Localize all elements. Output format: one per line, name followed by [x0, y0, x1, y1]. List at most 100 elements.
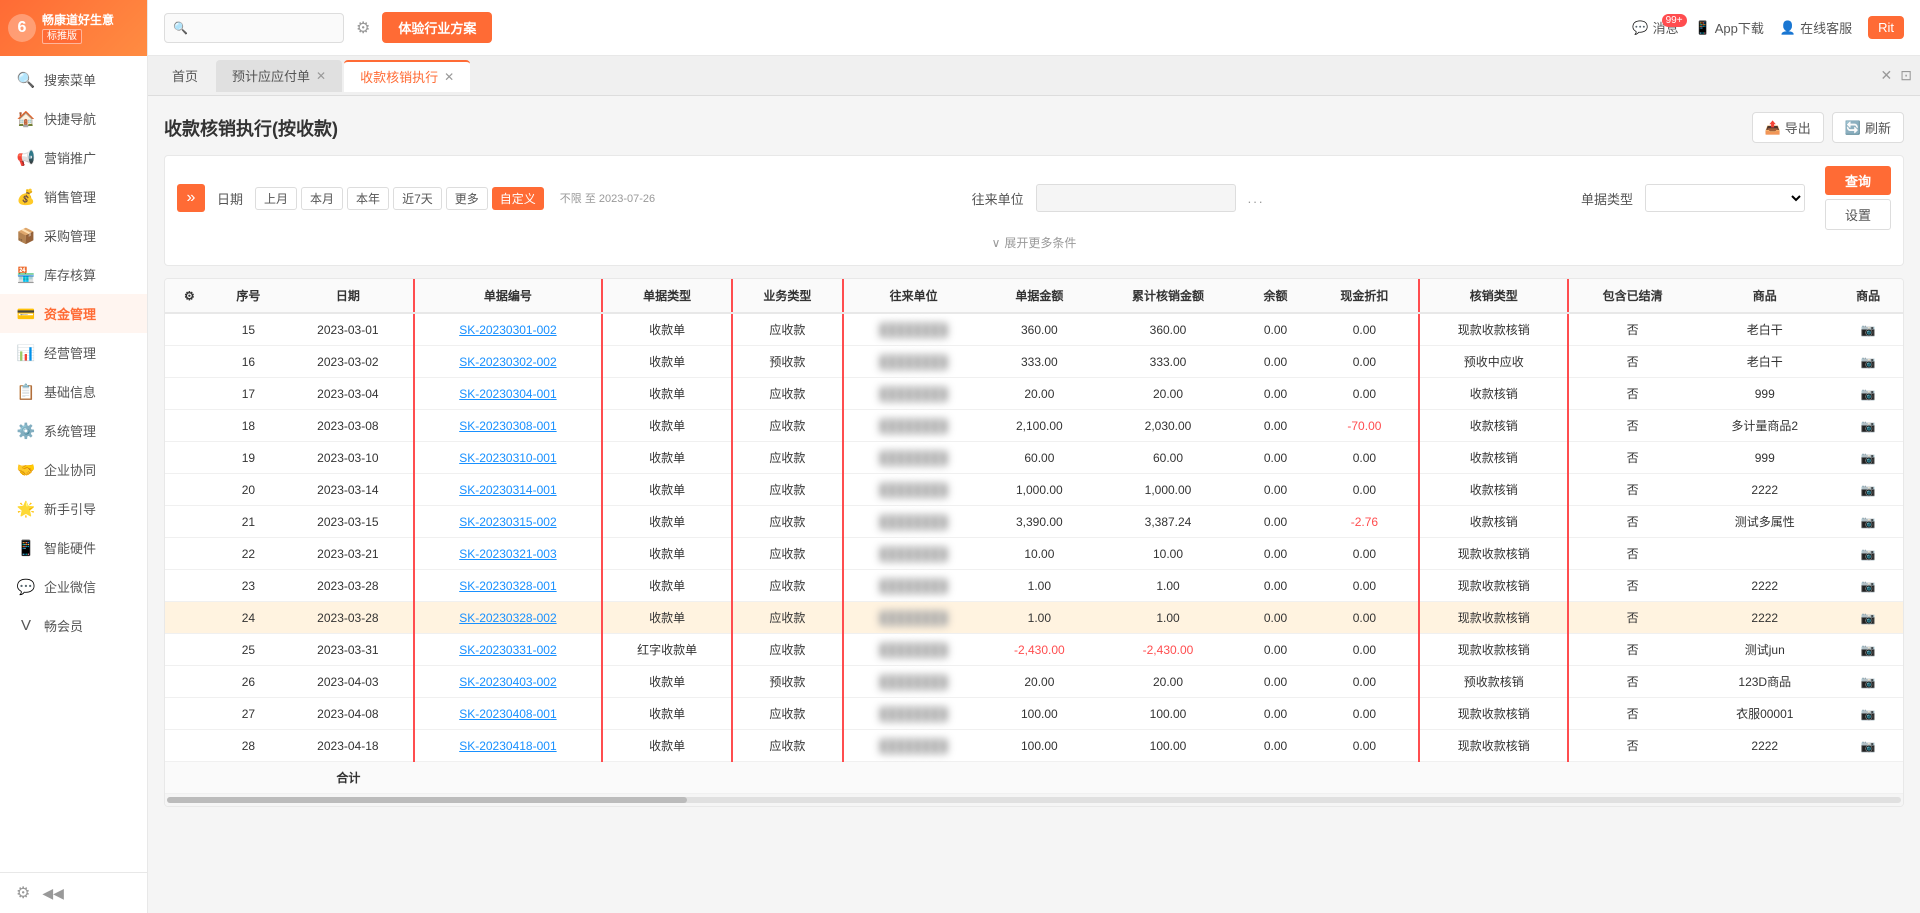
- filter-last-month-btn[interactable]: 上月: [255, 187, 297, 210]
- sidebar-item-marketing[interactable]: 📢 营销推广: [0, 138, 147, 177]
- cell-bill-no[interactable]: SK-20230308-001: [414, 410, 603, 442]
- filter-toggle-button[interactable]: »: [177, 184, 205, 212]
- bill-no-link[interactable]: SK-20230314-001: [459, 483, 556, 497]
- sidebar-item-member[interactable]: V 畅会员: [0, 606, 147, 645]
- tab-receipt-verify-close[interactable]: ✕: [444, 70, 454, 84]
- total-cell: [1241, 762, 1311, 794]
- cell-biz-type: 应收款: [732, 730, 843, 762]
- horizontal-scrollbar[interactable]: [165, 794, 1903, 806]
- filter-more-btn[interactable]: 更多: [446, 187, 488, 210]
- cell-bill-type: 收款单: [602, 538, 732, 570]
- cell-bill-no[interactable]: SK-20230314-001: [414, 474, 603, 506]
- page-content: 收款核销执行(按收款) 📤 导出 🔄 刷新 » 日期 上月 本月: [148, 96, 1920, 913]
- cell-gear: [165, 698, 214, 730]
- bill-no-link[interactable]: SK-20230315-002: [459, 515, 556, 529]
- cell-include-settled: 否: [1568, 410, 1696, 442]
- sidebar-item-operations[interactable]: 📊 经营管理: [0, 333, 147, 372]
- sidebar-item-label: 营销推广: [44, 148, 96, 167]
- cell-gear: [165, 442, 214, 474]
- cell-num: 22: [214, 538, 284, 570]
- bill-no-link[interactable]: SK-20230328-002: [459, 611, 556, 625]
- bill-no-link[interactable]: SK-20230408-001: [459, 707, 556, 721]
- bill-no-link[interactable]: SK-20230310-001: [459, 451, 556, 465]
- sidebar-item-basic[interactable]: 📋 基础信息: [0, 372, 147, 411]
- cell-bill-no[interactable]: SK-20230328-001: [414, 570, 603, 602]
- cell-partner: ████████: [843, 346, 984, 378]
- sidebar-item-search[interactable]: 🔍 搜索菜单: [0, 60, 147, 99]
- cell-bill-no[interactable]: SK-20230302-002: [414, 346, 603, 378]
- user-avatar[interactable]: Rit: [1868, 16, 1904, 39]
- sidebar-item-shortcut[interactable]: 🏠 快捷导航: [0, 99, 147, 138]
- online-service-button[interactable]: 👤 在线客服: [1780, 18, 1852, 37]
- filter-this-month-btn[interactable]: 本月: [301, 187, 343, 210]
- cell-partner: ████████: [843, 666, 984, 698]
- sidebar-item-finance[interactable]: 💳 资金管理: [0, 294, 147, 333]
- filter-partner-input[interactable]: [1036, 184, 1236, 212]
- bill-no-link[interactable]: SK-20230403-002: [459, 675, 556, 689]
- table-row: 262023-04-03SK-20230403-002收款单预收款███████…: [165, 666, 1903, 698]
- cell-bill-no[interactable]: SK-20230304-001: [414, 378, 603, 410]
- cell-bill-no[interactable]: SK-20230403-002: [414, 666, 603, 698]
- cell-gear: [165, 506, 214, 538]
- cell-bill-no[interactable]: SK-20230321-003: [414, 538, 603, 570]
- tab-prepay-close[interactable]: ✕: [316, 69, 326, 83]
- col-gear[interactable]: ⚙: [165, 279, 214, 313]
- settings-gear-icon[interactable]: ⚙: [16, 883, 30, 903]
- cell-bill-no[interactable]: SK-20230310-001: [414, 442, 603, 474]
- scrollbar-thumb[interactable]: [167, 797, 687, 803]
- cell-bill-no[interactable]: SK-20230408-001: [414, 698, 603, 730]
- filter-7days-btn[interactable]: 近7天: [393, 187, 442, 210]
- cell-product: 多计量商品2: [1696, 410, 1833, 442]
- bill-no-link[interactable]: SK-20230304-001: [459, 387, 556, 401]
- cell-cash-discount: 0.00: [1310, 346, 1419, 378]
- messages-button[interactable]: 💬 消息 99+: [1632, 18, 1678, 37]
- cell-num: 16: [214, 346, 284, 378]
- tab-expand-icon[interactable]: ⊡: [1900, 67, 1912, 84]
- col-include-settled: 包含已结清: [1568, 279, 1696, 313]
- cell-bill-no[interactable]: SK-20230328-002: [414, 602, 603, 634]
- sidebar-item-hardware[interactable]: 📱 智能硬件: [0, 528, 147, 567]
- cell-bill-no[interactable]: SK-20230315-002: [414, 506, 603, 538]
- bill-no-link[interactable]: SK-20230321-003: [459, 547, 556, 561]
- sidebar-item-system[interactable]: ⚙️ 系统管理: [0, 411, 147, 450]
- bill-no-link[interactable]: SK-20230328-001: [459, 579, 556, 593]
- app-download-button[interactable]: 📱 App下载: [1695, 18, 1764, 37]
- sidebar-item-purchase[interactable]: 📦 采购管理: [0, 216, 147, 255]
- tab-close-all-icon[interactable]: ✕: [1881, 67, 1893, 84]
- collapse-icon[interactable]: ◀◀: [42, 885, 64, 902]
- basic-icon: 📋: [16, 383, 36, 401]
- filter-this-year-btn[interactable]: 本年: [347, 187, 389, 210]
- cell-total-verify: 3,387.24: [1095, 506, 1240, 538]
- filter-bill-type-select[interactable]: [1645, 184, 1805, 212]
- cell-cash-discount: 0.00: [1310, 538, 1419, 570]
- bill-no-link[interactable]: SK-20230331-002: [459, 643, 556, 657]
- cell-bill-no[interactable]: SK-20230331-002: [414, 634, 603, 666]
- bill-no-link[interactable]: SK-20230302-002: [459, 355, 556, 369]
- topbar-search-box[interactable]: 🔍: [164, 13, 344, 43]
- filter-custom-btn[interactable]: 自定义: [492, 187, 544, 210]
- bill-no-link[interactable]: SK-20230301-002: [459, 323, 556, 337]
- cell-bill-no[interactable]: SK-20230418-001: [414, 730, 603, 762]
- tab-receipt-verify[interactable]: 收款核销执行 ✕: [344, 60, 470, 92]
- bill-no-link[interactable]: SK-20230308-001: [459, 419, 556, 433]
- export-button[interactable]: 📤 导出: [1752, 112, 1824, 143]
- filter-settings-button[interactable]: 设置: [1825, 199, 1891, 230]
- sidebar-item-wechat[interactable]: 💬 企业微信: [0, 567, 147, 606]
- topbar-gear-icon[interactable]: ⚙: [356, 18, 370, 38]
- cell-bill-no[interactable]: SK-20230301-002: [414, 313, 603, 346]
- cell-product2: 📷: [1833, 602, 1903, 634]
- sidebar-item-enterprise[interactable]: 🤝 企业协同: [0, 450, 147, 489]
- sidebar-item-inventory[interactable]: 🏪 库存核算: [0, 255, 147, 294]
- cell-gear: [165, 378, 214, 410]
- bill-no-link[interactable]: SK-20230418-001: [459, 739, 556, 753]
- filter-query-button[interactable]: 查询: [1825, 166, 1891, 195]
- tab-home[interactable]: 首页: [156, 60, 214, 92]
- solution-button[interactable]: 体验行业方案: [382, 12, 492, 43]
- filter-expand-row[interactable]: ∨ 展开更多条件: [177, 230, 1891, 255]
- cell-partner: ████████: [843, 474, 984, 506]
- sidebar-item-sales[interactable]: 💰 销售管理: [0, 177, 147, 216]
- sidebar-item-guide[interactable]: 🌟 新手引导: [0, 489, 147, 528]
- tab-prepay[interactable]: 预计应应付单 ✕: [216, 60, 342, 92]
- refresh-button[interactable]: 🔄 刷新: [1832, 112, 1904, 143]
- cell-date: 2023-03-28: [283, 602, 413, 634]
